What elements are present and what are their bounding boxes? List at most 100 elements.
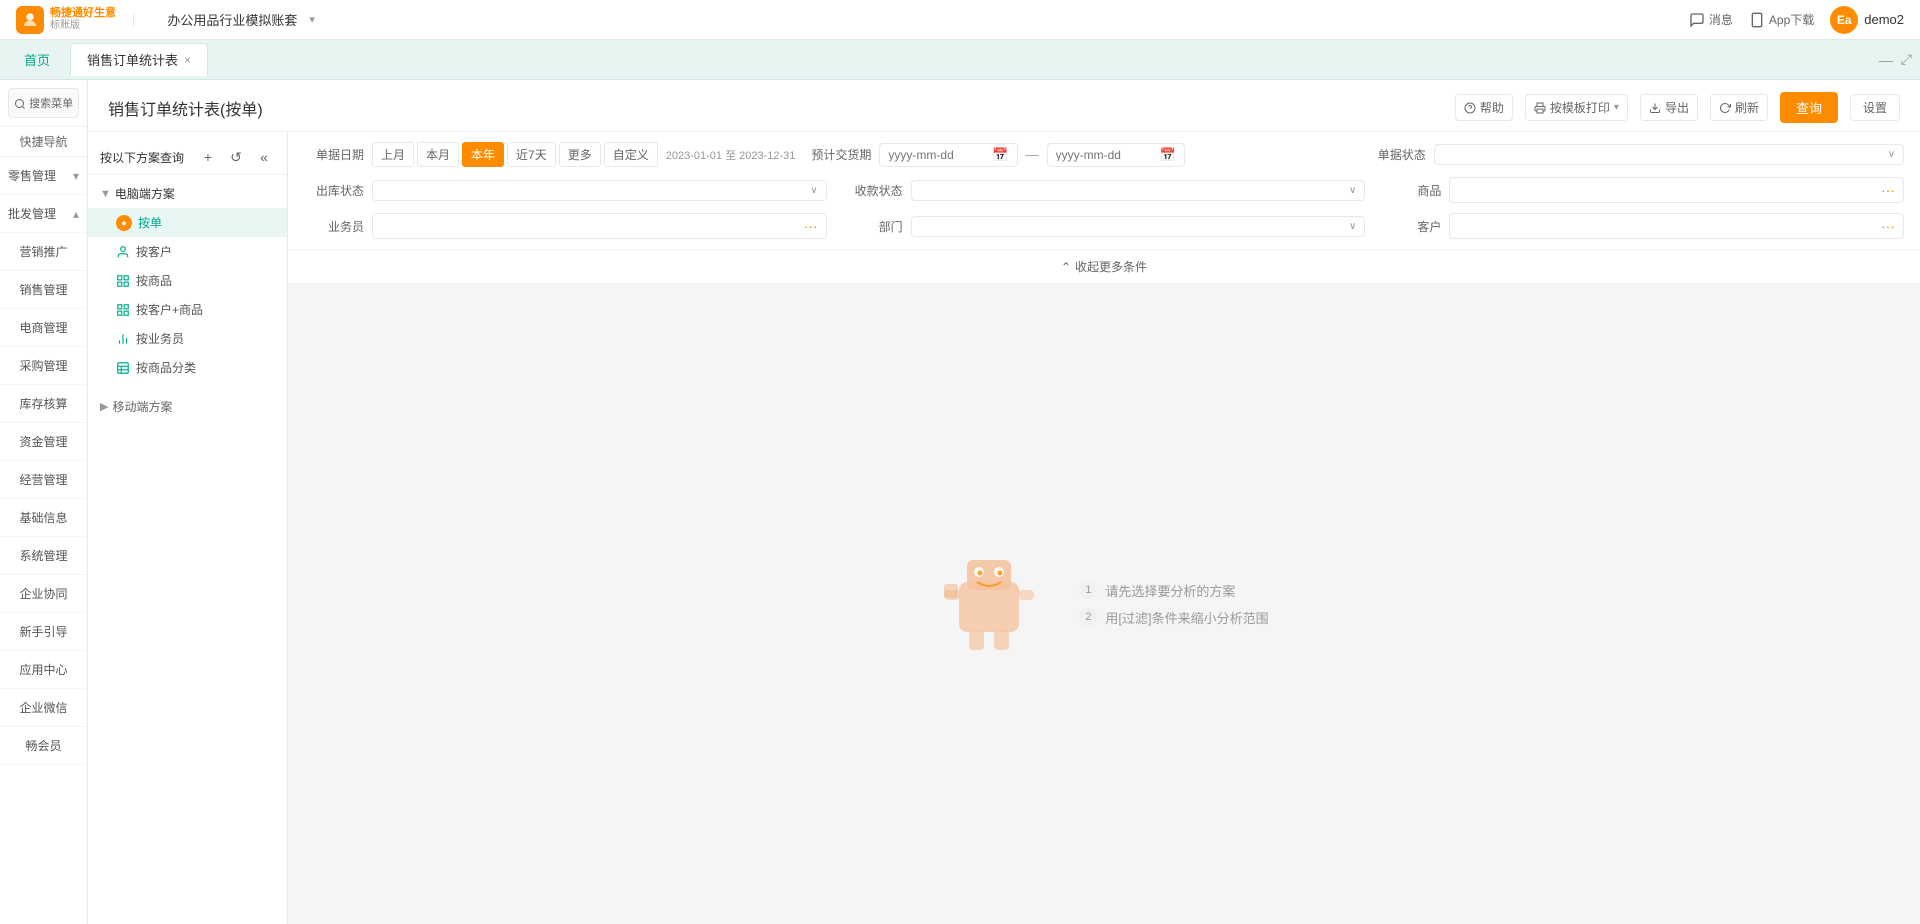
panel-header-label: 按以下方案查询 (100, 149, 184, 166)
delivery-date-end[interactable] (1056, 148, 1156, 162)
payment-status-select[interactable]: ∨ (911, 180, 1366, 201)
message-label: 消息 (1709, 11, 1733, 28)
scheme-item-label: 按单 (138, 214, 162, 231)
delivery-date-start[interactable] (888, 148, 988, 162)
quick-nav-btn[interactable]: 快捷导航 (0, 127, 87, 157)
refresh-icon (1719, 102, 1731, 114)
calendar-end-icon[interactable]: 📅 (1160, 147, 1176, 163)
empty-svg (939, 542, 1039, 662)
scheme-item-by-product[interactable]: 按商品 (88, 266, 287, 295)
scheme-item-label: 按商品分类 (136, 359, 196, 376)
user-area[interactable]: Ea demo2 (1830, 6, 1904, 34)
sidebar-item-inventory[interactable]: 库存核算 (0, 385, 87, 423)
refresh-btn[interactable]: 刷新 (1710, 94, 1768, 121)
empty-state: 1 请先选择要分析的方案 2 用[过滤]条件来缩小分析范围 (939, 542, 1268, 665)
date-prev-month-btn[interactable]: 上月 (372, 142, 414, 167)
sidebar-item-wholesale[interactable]: 批发管理 ▴ (0, 195, 87, 233)
tab-active[interactable]: 销售订单统计表 × (70, 43, 208, 76)
sidebar-item-base[interactable]: 基础信息 (0, 499, 87, 537)
page-actions: 帮助 按模板打印 ▾ 导出 (1455, 92, 1900, 123)
tab-minimize-icon[interactable]: — (1879, 52, 1893, 68)
pc-group-header[interactable]: ▼ 电脑端方案 (88, 179, 287, 208)
sidebar-item-purchase[interactable]: 采购管理 (0, 347, 87, 385)
status-select[interactable]: ∨ (1434, 144, 1904, 165)
sidebar-item-marketing[interactable]: 营销推广 (0, 233, 87, 271)
empty-tips: 1 请先选择要分析的方案 2 用[过滤]条件来缩小分析范围 (1079, 581, 1268, 627)
query-results: 单据日期 上月 本月 本年 近7天 更多 自定义 2023-01-01 至 20… (288, 132, 1920, 924)
tab-close-icon[interactable]: × (184, 54, 191, 66)
collapse-up-icon: ⌃ (1061, 260, 1071, 274)
date-more-btn[interactable]: 更多 (559, 142, 601, 167)
department-select[interactable]: ∨ (911, 216, 1366, 237)
sidebar-item-finance[interactable]: 资金管理 (0, 423, 87, 461)
empty-illustration (939, 542, 1039, 665)
sidebar-item-appcenter[interactable]: 应用中心 (0, 651, 87, 689)
calendar-start-icon[interactable]: 📅 (992, 147, 1008, 163)
settings-btn[interactable]: 设置 (1850, 94, 1900, 121)
tip-2-text: 用[过滤]条件来缩小分析范围 (1105, 608, 1268, 627)
search-menu-text: 搜索菜单 (29, 98, 73, 110)
user-name: demo2 (1864, 12, 1904, 27)
query-btn[interactable]: 查询 (1780, 92, 1838, 123)
page-header: 销售订单统计表(按单) 帮助 按模板打印 ▾ (88, 80, 1920, 132)
sidebar-item-system[interactable]: 系统管理 (0, 537, 87, 575)
grid2-icon (116, 303, 130, 317)
payment-status-arrow: ∨ (1349, 185, 1356, 196)
date-7days-btn[interactable]: 近7天 (507, 142, 556, 167)
scheme-item-by-customer-product[interactable]: 按客户+商品 (88, 295, 287, 324)
export-label: 导出 (1665, 99, 1689, 116)
department-label: 部门 (843, 218, 903, 235)
app-download-action[interactable]: App下载 (1749, 11, 1814, 28)
mobile-scheme-group: ▶ 移动端方案 (88, 386, 287, 427)
delivery-status-select[interactable]: ∨ (372, 180, 827, 201)
sidebar-item-member[interactable]: 畅会员 (0, 727, 87, 765)
tab-maximize-icon[interactable]: ⤢ (1901, 51, 1912, 68)
date-this-year-btn[interactable]: 本年 (462, 142, 504, 167)
scheme-item-by-category[interactable]: 按商品分类 (88, 353, 287, 382)
tab-home[interactable]: 首页 (8, 44, 66, 75)
scheme-item-label: 按客户+商品 (136, 301, 203, 318)
refresh-scheme-btn[interactable]: ↺ (225, 146, 247, 168)
inventory-label: 库存核算 (19, 395, 67, 412)
customer-dots[interactable]: ··· (1881, 218, 1895, 234)
salesperson-dots[interactable]: ··· (804, 218, 818, 234)
search-menu-btn[interactable]: 帮助 搜索菜单 (8, 88, 79, 118)
title-dropdown-arrow[interactable]: ▾ (309, 13, 315, 26)
user-avatar: Ea (1830, 6, 1858, 34)
message-action[interactable]: 消息 (1689, 11, 1733, 28)
product-dots[interactable]: ··· (1881, 182, 1895, 198)
retail-label: 零售管理 (8, 167, 56, 184)
pc-group-label: 电脑端方案 (115, 185, 175, 202)
sidebar-item-operations[interactable]: 经营管理 (0, 461, 87, 499)
sidebar-item-enterprise[interactable]: 企业协同 (0, 575, 87, 613)
sidebar-item-ecommerce[interactable]: 电商管理 (0, 309, 87, 347)
department-arrow: ∨ (1349, 221, 1356, 232)
print-dropdown-arrow[interactable]: ▾ (1614, 102, 1619, 113)
sidebar-item-wechat[interactable]: 企业微信 (0, 689, 87, 727)
date-custom-btn[interactable]: 自定义 (604, 142, 658, 167)
scheme-item-by-customer[interactable]: 按客户 (88, 237, 287, 266)
scheme-item-label: 按商品 (136, 272, 172, 289)
scheme-item-by-salesperson[interactable]: 按业务员 (88, 324, 287, 353)
print-icon (1534, 102, 1546, 114)
date-this-month-btn[interactable]: 本月 (417, 142, 459, 167)
tab-bar-actions: — ⤢ (1879, 51, 1912, 68)
help-btn[interactable]: 帮助 (1455, 94, 1513, 121)
app-download-label: App下载 (1769, 11, 1814, 28)
retail-expand-arrow: ▾ (73, 169, 79, 183)
product-label: 商品 (1381, 182, 1441, 199)
sidebar-item-sales[interactable]: 销售管理 (0, 271, 87, 309)
top-header: 畅捷通好生意 标账版 | 办公用品行业模拟账套 ▾ 消息 App下载 Ea de… (0, 0, 1920, 40)
export-btn[interactable]: 导出 (1640, 94, 1698, 121)
content-area: 销售订单统计表(按单) 帮助 按模板打印 ▾ (88, 80, 1920, 924)
add-scheme-btn[interactable]: + (197, 146, 219, 168)
sidebar-item-newbie[interactable]: 新手引导 (0, 613, 87, 651)
mobile-group-header[interactable]: ▶ 移动端方案 (88, 392, 287, 421)
collapse-btn[interactable]: ⌃ 收起更多条件 (288, 249, 1920, 283)
collapse-panel-btn[interactable]: « (253, 146, 275, 168)
sidebar-item-retail[interactable]: 零售管理 ▾ (0, 157, 87, 195)
date-separator: — (1026, 147, 1039, 162)
print-btn[interactable]: 按模板打印 ▾ (1525, 94, 1628, 121)
scheme-panel: 按以下方案查询 + ↺ « ▼ (88, 132, 288, 924)
scheme-item-by-order[interactable]: ● 按单 (88, 208, 287, 237)
